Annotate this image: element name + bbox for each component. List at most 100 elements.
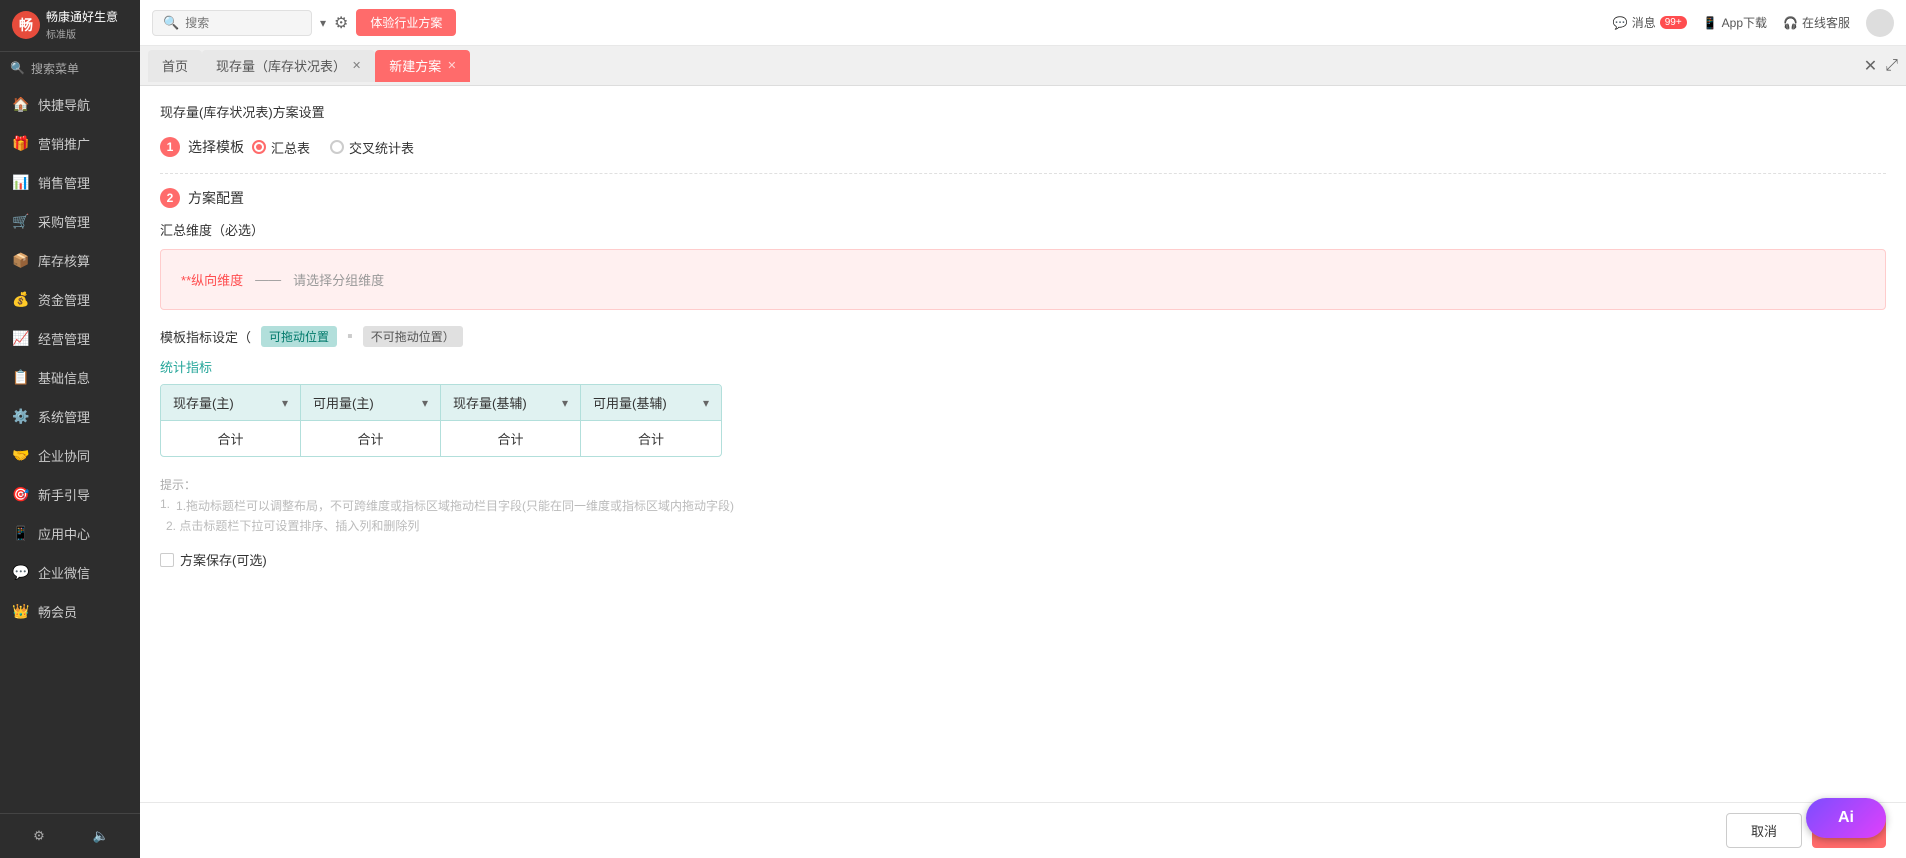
tip-text-1: 1.拖动标题栏可以调整布局，不可跨维度或指标区域拖动栏目字段(只能在同一维度或指… xyxy=(176,497,734,514)
base-info-icon: 📋 xyxy=(12,368,30,386)
expand-icon[interactable]: ⤢ xyxy=(1885,57,1898,75)
new-guide-icon: 🎯 xyxy=(12,485,30,503)
topbar-gear-icon[interactable]: ⚙ xyxy=(334,13,348,33)
indicator-settings: 模板指标设定（ 可拖动位置 ▪ 不可拖动位置） xyxy=(160,326,1886,347)
tips-section: 提示： 1. 1.拖动标题栏可以调整布局，不可跨维度或指标区域拖动栏目字段(只能… xyxy=(160,476,1886,534)
dimension-area[interactable]: **纵向维度 —— 请选择分组维度 xyxy=(160,249,1886,310)
topbar-search-icon: 🔍 xyxy=(163,15,179,31)
topbar-search-box: 🔍 xyxy=(152,10,312,36)
sidebar-item-label: 应用中心 xyxy=(38,524,90,543)
stats-col-1[interactable]: 现存量(主) ▾ xyxy=(161,385,301,420)
quick-nav-icon: 🏠 xyxy=(12,95,30,113)
app-edition: 标准版 xyxy=(46,26,118,41)
sidebar-item-wechat[interactable]: 💬 企业微信 xyxy=(0,553,140,592)
tab-inventory-close-icon[interactable]: ✕ xyxy=(352,59,361,72)
col3-chevron-icon[interactable]: ▾ xyxy=(562,396,568,410)
col1-label: 现存量(主) xyxy=(173,393,234,412)
sidebar-item-system[interactable]: ⚙️ 系统管理 xyxy=(0,397,140,436)
stats-table-header: 现存量(主) ▾ 可用量(主) ▾ 现存量(基辅) ▾ 可用量(基辅) xyxy=(161,385,721,420)
headset-icon: 🎧 xyxy=(1783,16,1798,30)
sidebar: 畅 畅康通好生意 标准版 🔍 搜索菜单 🏠 快捷导航 🎁 营销推广 📊 销售管理… xyxy=(0,0,140,858)
step1-num: 1 xyxy=(160,137,180,157)
message-badge: 99+ xyxy=(1660,16,1687,29)
dropdown-chevron-icon: ▾ xyxy=(320,16,326,30)
step2-num: 2 xyxy=(160,188,180,208)
topbar-right: 💬 消息 99+ 📱 App下载 🎧 在线客服 xyxy=(1613,9,1894,37)
cancel-button[interactable]: 取消 xyxy=(1726,813,1802,848)
col4-chevron-icon[interactable]: ▾ xyxy=(703,396,709,410)
sidebar-item-new-guide[interactable]: 🎯 新手引导 xyxy=(0,475,140,514)
sidebar-item-inventory[interactable]: 📦 库存核算 xyxy=(0,241,140,280)
sidebar-footer: ⚙ 🔈 xyxy=(0,813,140,858)
sidebar-item-label: 营销推广 xyxy=(38,134,90,153)
sidebar-item-app-center[interactable]: 📱 应用中心 xyxy=(0,514,140,553)
radio-cross-circle xyxy=(330,140,344,154)
settings-button[interactable]: ⚙ xyxy=(10,822,68,850)
sidebar-item-label: 销售管理 xyxy=(38,173,90,192)
sidebar-search[interactable]: 🔍 搜索菜单 xyxy=(0,52,140,85)
tab-new-plan-close-icon[interactable]: ✕ xyxy=(447,59,456,72)
stats-cell-2: 合计 xyxy=(301,421,441,456)
step1-title: 选择模板 xyxy=(188,137,244,157)
agg-label: 汇总维度（必选） xyxy=(160,220,1886,239)
stats-col-4[interactable]: 可用量(基辅) ▾ xyxy=(581,385,721,420)
non-draggable-badge: 不可拖动位置） xyxy=(363,326,463,347)
col2-chevron-icon[interactable]: ▾ xyxy=(422,396,428,410)
app-center-icon: 📱 xyxy=(12,524,30,542)
tab-home-label: 首页 xyxy=(162,56,188,75)
sidebar-item-vip[interactable]: 👑 畅会员 xyxy=(0,592,140,631)
sidebar-item-finance[interactable]: 💰 资金管理 xyxy=(0,280,140,319)
sidebar-item-sales[interactable]: 📊 销售管理 xyxy=(0,163,140,202)
topbar-search-input[interactable] xyxy=(185,16,285,30)
radio-summary[interactable]: 汇总表 xyxy=(252,138,310,157)
tab-new-plan-label: 新建方案 xyxy=(389,56,441,75)
message-button[interactable]: 💬 消息 99+ xyxy=(1613,14,1687,31)
logo-icon: 畅 xyxy=(12,11,40,39)
radio-cross[interactable]: 交叉统计表 xyxy=(330,138,414,157)
sidebar-item-enterprise[interactable]: 🤝 企业协同 xyxy=(0,436,140,475)
content-inner: 现存量(库存状况表)方案设置 1 选择模板 汇总表 交叉统计表 xyxy=(140,86,1906,802)
indicator-settings-label: 模板指标设定（ xyxy=(160,327,251,346)
user-avatar[interactable] xyxy=(1866,9,1894,37)
page-title: 现存量(库存状况表)方案设置 xyxy=(160,102,1886,121)
template-radio-group: 汇总表 交叉统计表 xyxy=(252,138,414,157)
step2-title: 方案配置 xyxy=(188,188,244,208)
sidebar-nav: 🏠 快捷导航 🎁 营销推广 📊 销售管理 🛒 采购管理 📦 库存核算 💰 资金管… xyxy=(0,85,140,813)
enterprise-icon: 🤝 xyxy=(12,446,30,464)
message-icon: 💬 xyxy=(1613,16,1628,30)
stats-table: 现存量(主) ▾ 可用量(主) ▾ 现存量(基辅) ▾ 可用量(基辅) xyxy=(160,384,722,457)
sidebar-item-quick-nav[interactable]: 🏠 快捷导航 xyxy=(0,85,140,124)
sound-button[interactable]: 🔈 xyxy=(72,822,130,850)
trial-button[interactable]: 体验行业方案 xyxy=(356,9,456,36)
sidebar-item-purchase[interactable]: 🛒 采购管理 xyxy=(0,202,140,241)
topbar-dropdown[interactable]: ▾ xyxy=(320,16,326,30)
stats-col-3[interactable]: 现存量(基辅) ▾ xyxy=(441,385,581,420)
radio-cross-label: 交叉统计表 xyxy=(349,138,414,157)
step2-header: 2 方案配置 xyxy=(160,188,1886,208)
message-label: 消息 xyxy=(1632,14,1656,31)
stats-col-2[interactable]: 可用量(主) ▾ xyxy=(301,385,441,420)
online-service-button[interactable]: 🎧 在线客服 xyxy=(1783,14,1850,31)
sidebar-item-label: 经营管理 xyxy=(38,329,90,348)
tab-new-plan[interactable]: 新建方案 ✕ xyxy=(375,50,470,82)
tips-title: 提示： xyxy=(160,476,1886,493)
sidebar-item-operation[interactable]: 📈 经营管理 xyxy=(0,319,140,358)
tab-home[interactable]: 首页 xyxy=(148,50,202,82)
save-option: 方案保存(可选) xyxy=(160,550,1886,569)
vip-icon: 👑 xyxy=(12,602,30,620)
close-all-icon[interactable]: ✕ xyxy=(1864,56,1877,76)
step1-section: 1 选择模板 汇总表 交叉统计表 xyxy=(160,137,1886,157)
stats-cell-3: 合计 xyxy=(441,421,581,456)
app-download-button[interactable]: 📱 App下载 xyxy=(1703,14,1767,31)
step2-section: 2 方案配置 汇总维度（必选） **纵向维度 —— 请选择分组维度 模板指标设定… xyxy=(160,188,1886,569)
sidebar-item-marketing[interactable]: 🎁 营销推广 xyxy=(0,124,140,163)
sidebar-item-label: 基础信息 xyxy=(38,368,90,387)
sidebar-item-base-info[interactable]: 📋 基础信息 xyxy=(0,358,140,397)
save-option-label: 方案保存(可选) xyxy=(180,550,267,569)
col1-chevron-icon[interactable]: ▾ xyxy=(282,396,288,410)
tab-inventory-status[interactable]: 现存量（库存状况表） ✕ xyxy=(202,50,375,82)
online-service-label: 在线客服 xyxy=(1802,14,1850,31)
save-checkbox[interactable] xyxy=(160,553,174,567)
ai-bubble[interactable]: Ai xyxy=(1806,798,1886,838)
dimension-label: **纵向维度 xyxy=(181,270,243,289)
